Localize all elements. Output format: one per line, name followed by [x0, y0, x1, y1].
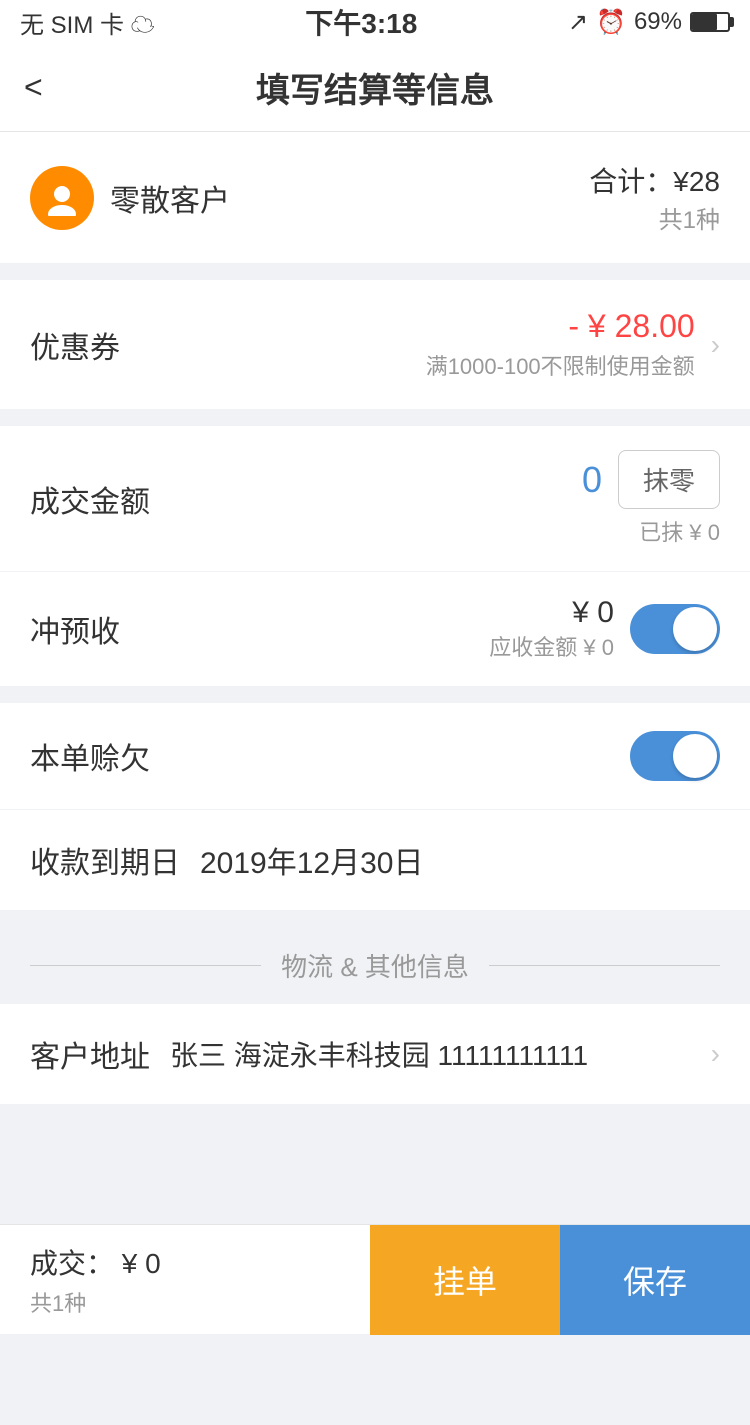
- back-button[interactable]: <: [24, 69, 43, 106]
- coupon-desc: 满1000-100不限制使用金额: [426, 349, 695, 381]
- prepay-sub: 应收金额 ¥ 0: [489, 630, 614, 662]
- amount-value: 0: [582, 459, 602, 501]
- bottom-summary-sub: 共1种: [30, 1286, 340, 1318]
- due-date-row: 收款到期日 2019年12月30日: [0, 810, 750, 911]
- round-zero-button[interactable]: 抹零: [618, 450, 720, 509]
- customer-total: 合计：¥28: [589, 160, 720, 200]
- customer-count: 共1种: [589, 200, 720, 235]
- divider-4: [0, 911, 750, 927]
- due-date-value: 2019年12月30日: [200, 838, 423, 882]
- prepay-row: 冲预收 ¥ 0 应收金额 ¥ 0: [0, 572, 750, 687]
- battery-percent: 69%: [634, 8, 682, 36]
- battery-icon: [690, 12, 730, 32]
- address-chevron-icon: ›: [711, 1038, 720, 1070]
- divider-1: [0, 264, 750, 280]
- logistics-divider-right: [489, 965, 720, 966]
- status-bar-left: 无 SIM 卡 ☁: [20, 5, 155, 40]
- page-title: 填写结算等信息: [256, 63, 494, 112]
- debt-label: 本单赊欠: [30, 734, 150, 778]
- amount-right-group: 0 抹零 已抹 ¥ 0: [582, 450, 720, 547]
- divider-2: [0, 410, 750, 426]
- debt-row: 本单赊欠: [0, 703, 750, 810]
- customer-row: 零散客户 合计：¥28 共1种: [0, 132, 750, 264]
- customer-right: 合计：¥28 共1种: [589, 160, 720, 235]
- nav-bar: < 填写结算等信息: [0, 44, 750, 132]
- logistics-section: 物流 & 其他信息: [0, 927, 750, 1004]
- coupon-label: 优惠券: [30, 323, 120, 367]
- amount-row: 成交金额 0 抹零 已抹 ¥ 0: [0, 426, 750, 572]
- address-value: 张三 海淀永丰科技园 11111111111: [170, 1034, 711, 1074]
- customer-left: 零散客户: [30, 166, 230, 230]
- status-bar-right: ↗ ⏰ 69%: [568, 8, 730, 37]
- amount-right-top: 0 抹零: [582, 450, 720, 509]
- debt-toggle-thumb: [673, 734, 717, 778]
- toggle-thumb: [673, 607, 717, 651]
- amount-label: 成交金额: [30, 477, 150, 521]
- due-date-label: 收款到期日: [30, 838, 180, 882]
- hold-button[interactable]: 挂单: [370, 1225, 560, 1335]
- bottom-summary-main: 成交： ¥ 0: [30, 1242, 340, 1282]
- debt-toggle[interactable]: [630, 731, 720, 781]
- bottom-summary: 成交： ¥ 0 共1种: [0, 1242, 370, 1318]
- amount-sub: 已抹 ¥ 0: [639, 515, 720, 547]
- prepay-info: ¥ 0 应收金额 ¥ 0: [489, 596, 614, 662]
- prepay-right: ¥ 0 应收金额 ¥ 0: [489, 596, 720, 662]
- status-bar-time: 下午3:18: [305, 2, 417, 42]
- avatar: [30, 166, 94, 230]
- address-label: 客户地址: [30, 1032, 150, 1076]
- save-button[interactable]: 保存: [560, 1225, 750, 1335]
- amount-section: 成交金额 0 抹零 已抹 ¥ 0: [0, 426, 750, 572]
- coupon-row[interactable]: 优惠券 - ¥ 28.00 满1000-100不限制使用金额 ›: [0, 280, 750, 410]
- logistics-divider-left: [30, 965, 261, 966]
- sim-status: 无 SIM 卡 ☁: [20, 5, 155, 40]
- coupon-info: - ¥ 28.00 满1000-100不限制使用金额: [426, 308, 695, 381]
- prepay-amount: ¥ 0: [489, 596, 614, 630]
- prepay-label: 冲预收: [30, 607, 120, 651]
- customer-name: 零散客户: [110, 176, 230, 220]
- address-row[interactable]: 客户地址 张三 海淀永丰科技园 11111111111 ›: [0, 1004, 750, 1105]
- coupon-amount: - ¥ 28.00: [426, 308, 695, 345]
- location-icon: ↗: [568, 8, 588, 37]
- bottom-bar: 成交： ¥ 0 共1种 挂单 保存: [0, 1224, 750, 1334]
- alarm-icon: ⏰: [596, 8, 626, 37]
- coupon-right: - ¥ 28.00 满1000-100不限制使用金额 ›: [426, 308, 720, 381]
- logistics-text: 物流 & 其他信息: [261, 947, 489, 984]
- status-bar: 无 SIM 卡 ☁ 下午3:18 ↗ ⏰ 69%: [0, 0, 750, 44]
- chevron-right-icon: ›: [711, 329, 720, 361]
- divider-3: [0, 687, 750, 703]
- prepay-toggle[interactable]: [630, 604, 720, 654]
